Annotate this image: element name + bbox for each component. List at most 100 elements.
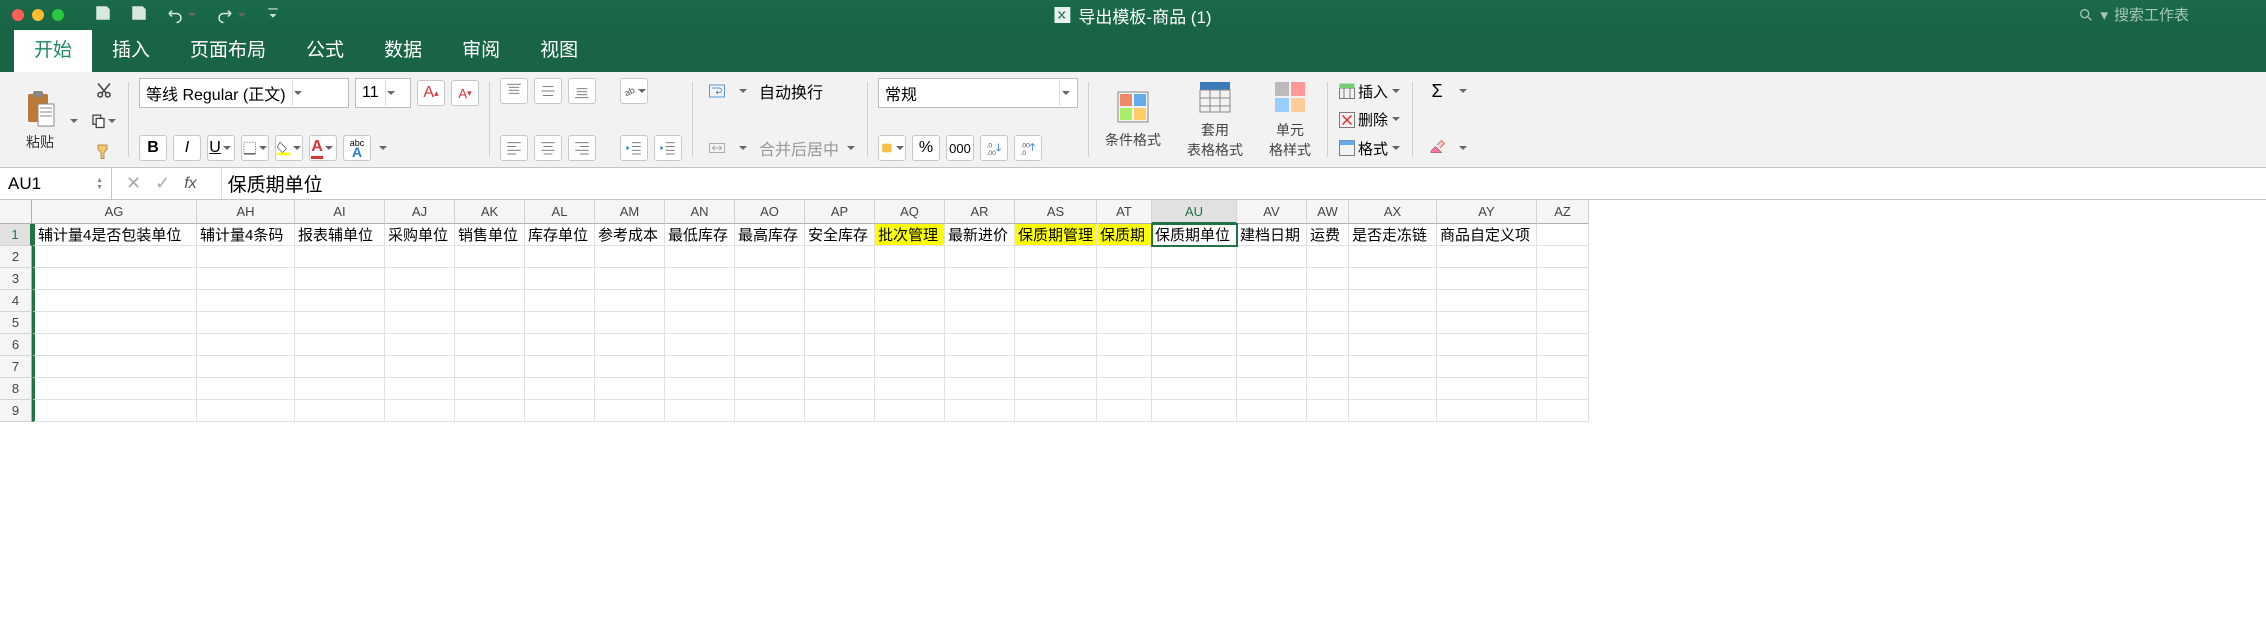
font-name-combo[interactable]: 等线 Regular (正文)	[139, 78, 349, 108]
column-header[interactable]: AT	[1097, 200, 1152, 224]
cell[interactable]	[1537, 224, 1589, 246]
accounting-format-button[interactable]	[878, 135, 906, 161]
cell[interactable]	[1237, 290, 1307, 312]
number-format-combo[interactable]: 常规	[878, 78, 1078, 108]
cell[interactable]	[595, 334, 665, 356]
cell[interactable]	[1537, 312, 1589, 334]
cell[interactable]	[1097, 312, 1152, 334]
cell[interactable]	[1015, 290, 1097, 312]
cell[interactable]	[665, 268, 735, 290]
cell[interactable]	[295, 290, 385, 312]
phonetic-dropdown[interactable]	[377, 135, 389, 161]
cell[interactable]	[1437, 246, 1537, 268]
cell[interactable]	[665, 400, 735, 422]
column-header[interactable]: AK	[455, 200, 525, 224]
cell[interactable]: 保质期单位	[1152, 224, 1237, 246]
cell[interactable]: 采购单位	[385, 224, 455, 246]
cell[interactable]	[1097, 290, 1152, 312]
cell[interactable]	[1015, 356, 1097, 378]
cell[interactable]	[1152, 334, 1237, 356]
cell[interactable]	[1015, 312, 1097, 334]
cell[interactable]	[525, 356, 595, 378]
cell[interactable]	[1437, 312, 1537, 334]
cell[interactable]: 商品自定义项	[1437, 224, 1537, 246]
cell[interactable]	[525, 312, 595, 334]
cell[interactable]	[1097, 246, 1152, 268]
cell[interactable]	[1152, 356, 1237, 378]
column-header[interactable]: AS	[1015, 200, 1097, 224]
cell[interactable]	[197, 356, 295, 378]
cell[interactable]	[805, 290, 875, 312]
cell[interactable]	[32, 268, 197, 290]
cell[interactable]	[1015, 268, 1097, 290]
cell[interactable]	[945, 246, 1015, 268]
cell[interactable]	[197, 400, 295, 422]
cell[interactable]	[1307, 312, 1349, 334]
italic-button[interactable]: I	[173, 135, 201, 161]
format-painter-button[interactable]	[90, 138, 118, 164]
cell[interactable]	[525, 378, 595, 400]
cell[interactable]	[665, 246, 735, 268]
cell[interactable]	[735, 312, 805, 334]
cell[interactable]	[1437, 378, 1537, 400]
cell[interactable]	[805, 246, 875, 268]
enter-formula-button[interactable]: ✓	[155, 173, 170, 194]
cell[interactable]	[525, 290, 595, 312]
cell[interactable]	[455, 378, 525, 400]
cell[interactable]	[805, 334, 875, 356]
insert-cells-button[interactable]: 插入	[1358, 81, 1388, 102]
save-icon[interactable]	[130, 4, 148, 27]
cell[interactable]	[1537, 246, 1589, 268]
cell[interactable]: 是否走冻链	[1349, 224, 1437, 246]
cell[interactable]	[197, 268, 295, 290]
column-header[interactable]: AI	[295, 200, 385, 224]
row-header[interactable]: 1	[0, 224, 32, 246]
cell[interactable]	[805, 268, 875, 290]
cell[interactable]	[455, 400, 525, 422]
cell[interactable]	[945, 312, 1015, 334]
cell[interactable]	[1537, 400, 1589, 422]
search-area[interactable]: ▾	[2078, 6, 2254, 24]
increase-font-button[interactable]: A▴	[417, 80, 445, 106]
fill-color-button[interactable]	[275, 135, 303, 161]
fx-icon[interactable]: fx	[184, 175, 196, 193]
row-header[interactable]: 3	[0, 268, 32, 290]
wrap-text-icon[interactable]	[703, 78, 731, 104]
name-box[interactable]: AU1 ▲▼	[0, 168, 112, 199]
cell[interactable]	[875, 268, 945, 290]
align-left-button[interactable]	[500, 135, 528, 161]
underline-button[interactable]: U	[207, 135, 235, 161]
copy-button[interactable]	[90, 108, 118, 134]
cell[interactable]: 报表辅单位	[295, 224, 385, 246]
cell[interactable]	[665, 312, 735, 334]
formula-input[interactable]	[221, 168, 2266, 199]
cell[interactable]	[197, 290, 295, 312]
cell[interactable]	[595, 246, 665, 268]
cell[interactable]: 运费	[1307, 224, 1349, 246]
cell[interactable]	[875, 356, 945, 378]
cell[interactable]	[945, 400, 1015, 422]
cell[interactable]: 最新进价	[945, 224, 1015, 246]
cell[interactable]	[1237, 378, 1307, 400]
bold-button[interactable]: B	[139, 135, 167, 161]
row-header[interactable]: 8	[0, 378, 32, 400]
maximize-window-button[interactable]	[52, 9, 64, 21]
select-all-corner[interactable]	[0, 200, 32, 224]
cell[interactable]	[1307, 400, 1349, 422]
cell[interactable]	[1237, 334, 1307, 356]
row-header[interactable]: 9	[0, 400, 32, 422]
cell[interactable]	[525, 268, 595, 290]
percent-button[interactable]: %	[912, 135, 940, 161]
cell[interactable]	[295, 246, 385, 268]
cell[interactable]	[295, 378, 385, 400]
cell[interactable]	[595, 356, 665, 378]
cell[interactable]	[1349, 312, 1437, 334]
column-header[interactable]: AP	[805, 200, 875, 224]
cell[interactable]	[295, 334, 385, 356]
cell[interactable]	[1537, 290, 1589, 312]
cell[interactable]	[295, 400, 385, 422]
cell[interactable]	[735, 334, 805, 356]
spreadsheet-grid[interactable]: AGAHAIAJAKALAMANAOAPAQARASATAUAVAWAXAYAZ…	[0, 200, 2266, 422]
cell[interactable]	[295, 312, 385, 334]
cell[interactable]	[1097, 334, 1152, 356]
